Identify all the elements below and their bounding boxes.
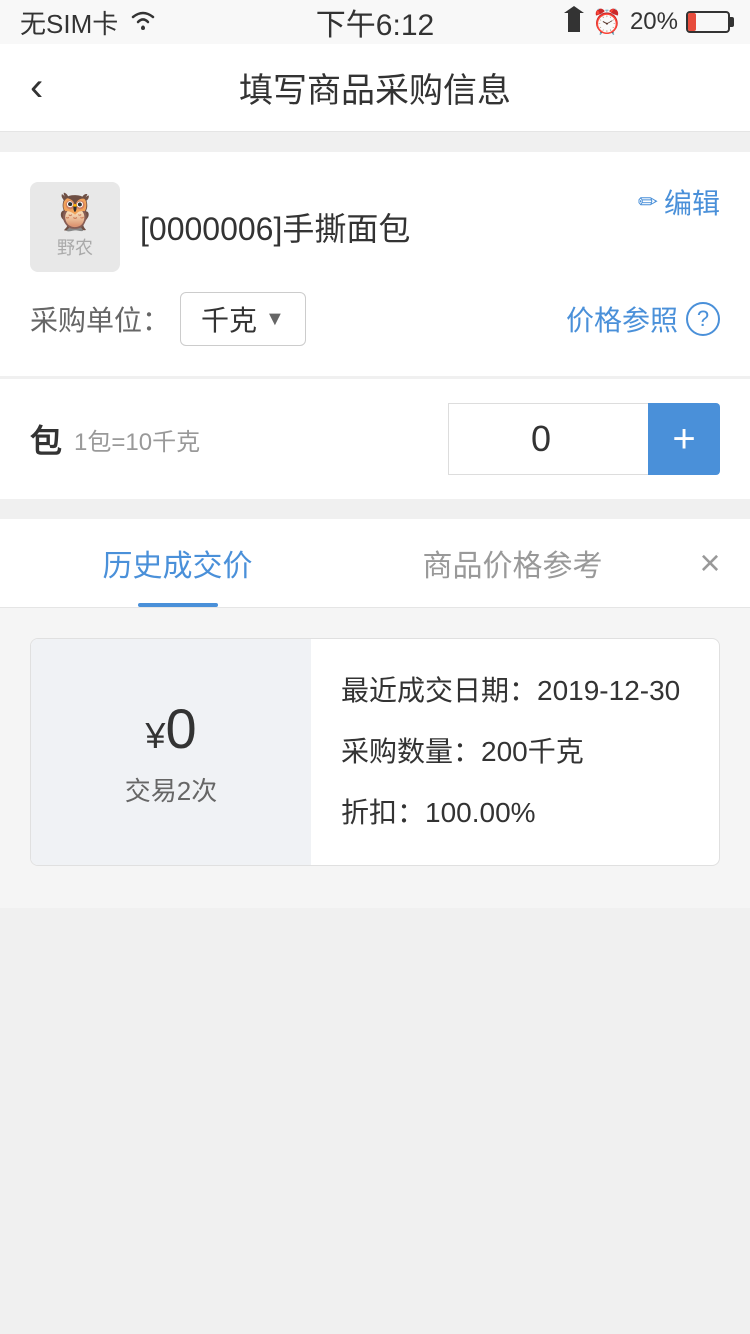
price-detail-value-date: 2019-12-30	[537, 675, 680, 706]
content-area: ¥0 交易2次 最近成交日期：2019-12-30 采购数量：200千克 折扣：…	[0, 608, 750, 908]
wifi-icon	[128, 7, 158, 38]
tab-history-price-label: 历史成交价	[103, 541, 253, 585]
tab-history-price[interactable]: 历史成交价	[10, 519, 345, 607]
nav-title: 填写商品采购信息	[239, 63, 511, 112]
unit-select[interactable]: 千克 ▼	[180, 292, 306, 346]
nav-bar: ‹ 填写商品采购信息	[0, 44, 750, 132]
price-amount: ¥0	[145, 696, 196, 761]
tab-close-button[interactable]: ×	[680, 519, 740, 607]
product-thumbnail: 🦉 野农	[30, 182, 120, 272]
status-bar: 无SIM卡 下午6:12 ⏰ 20%	[0, 0, 750, 44]
quantity-conversion: 1包=10千克	[74, 422, 200, 457]
price-detail-label-date: 最近成交日期：	[341, 675, 537, 706]
price-detail-value-qty: 200千克	[481, 736, 584, 767]
price-card-left: ¥0 交易2次	[31, 639, 311, 865]
price-detail-row-qty: 采购数量：200千克	[341, 730, 689, 775]
back-button[interactable]: ‹	[20, 55, 53, 120]
price-ref-button[interactable]: 价格参照 ?	[566, 299, 720, 339]
tab-price-reference[interactable]: 商品价格参考	[345, 519, 680, 607]
battery-percent: 20%	[630, 8, 678, 36]
price-card: ¥0 交易2次 最近成交日期：2019-12-30 采购数量：200千克 折扣：…	[30, 638, 720, 866]
price-value: 0	[165, 697, 196, 760]
price-ref-help-icon: ?	[686, 302, 720, 336]
product-owl-icon: 🦉	[53, 194, 98, 230]
product-name: [0000006]手撕面包	[140, 204, 410, 250]
quantity-plus-button[interactable]: +	[648, 403, 720, 475]
edit-icon: ✏	[638, 188, 658, 217]
quantity-input-wrapper: +	[448, 403, 720, 475]
location-icon	[564, 6, 584, 39]
edit-label: 编辑	[664, 182, 720, 222]
unit-label: 采购单位：	[30, 299, 170, 339]
status-bar-time: 下午6:12	[316, 0, 434, 44]
status-bar-left: 无SIM卡	[20, 4, 158, 41]
unit-dropdown-icon: ▼	[265, 308, 285, 331]
close-icon: ×	[699, 542, 720, 584]
price-detail-label-qty: 采购数量：	[341, 736, 481, 767]
quantity-unit-icon: 包	[30, 416, 62, 462]
status-bar-right: ⏰ 20%	[564, 6, 730, 39]
quantity-unit-info: 包 1包=10千克	[30, 416, 448, 462]
tab-bar: 历史成交价 商品价格参考 ×	[0, 519, 750, 608]
unit-selector-group: 采购单位： 千克 ▼	[30, 292, 306, 346]
edit-button[interactable]: ✏ 编辑	[638, 182, 720, 222]
carrier-text: 无SIM卡	[20, 4, 118, 41]
quantity-row: 包 1包=10千克 +	[0, 378, 750, 499]
battery-icon	[686, 11, 730, 33]
product-unit-row: 采购单位： 千克 ▼ 价格参照 ?	[30, 292, 720, 346]
product-brand-label: 野农	[57, 234, 93, 260]
quantity-input[interactable]	[448, 403, 648, 475]
price-detail-label-discount: 折扣：	[341, 797, 425, 828]
price-currency: ¥	[145, 715, 165, 756]
section-divider	[0, 499, 750, 519]
alarm-icon: ⏰	[592, 8, 622, 37]
battery-fill	[688, 13, 696, 31]
product-header: 🦉 野农 [0000006]手撕面包 ✏ 编辑	[30, 182, 720, 272]
product-left: 🦉 野农 [0000006]手撕面包	[30, 182, 410, 272]
price-detail-value-discount: 100.00%	[425, 797, 536, 828]
price-card-right: 最近成交日期：2019-12-30 采购数量：200千克 折扣：100.00%	[311, 639, 719, 865]
price-detail-row-discount: 折扣：100.00%	[341, 791, 689, 836]
tab-price-reference-label: 商品价格参考	[423, 541, 603, 585]
price-ref-label: 价格参照	[566, 299, 678, 339]
price-trades: 交易2次	[125, 771, 217, 808]
product-section: 🦉 野农 [0000006]手撕面包 ✏ 编辑 采购单位： 千克 ▼ 价格参照 …	[0, 152, 750, 376]
unit-value: 千克	[201, 299, 257, 339]
price-detail-row-date: 最近成交日期：2019-12-30	[341, 669, 689, 714]
plus-icon: +	[672, 417, 695, 462]
